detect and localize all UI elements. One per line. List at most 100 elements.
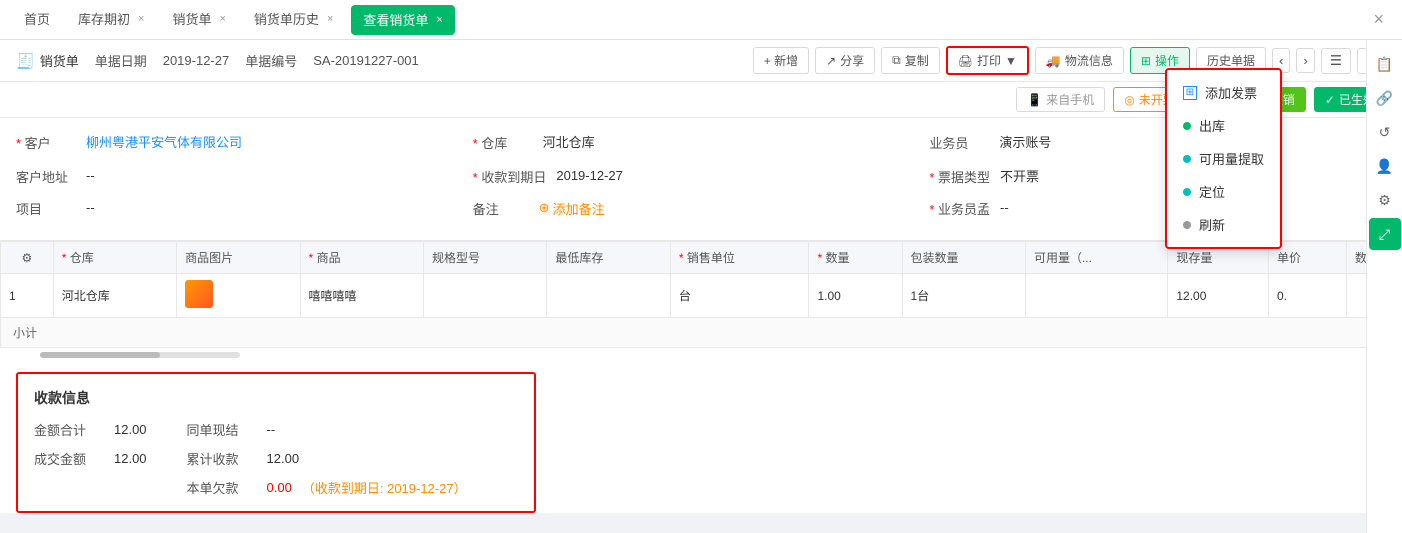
product-table-container: ⚙ 仓库 商品图片 商品 规格型号 最低库存 销售单位 数量 包装数量 可用量（… <box>0 240 1402 362</box>
invoice-label: 票据类型 <box>929 167 990 186</box>
tab-view-close[interactable]: × <box>436 14 442 26</box>
close-window-button[interactable]: × <box>1365 9 1392 30</box>
subtotal-row: 小计 <box>1 318 1402 348</box>
share-button[interactable]: ↗ 分享 <box>815 47 875 74</box>
refresh-dot-icon <box>1183 221 1191 229</box>
cumulative-label: 累计收款 <box>187 449 257 468</box>
cumulative-value: 12.00 <box>267 451 300 466</box>
plus-icon: ⊕ <box>539 200 550 216</box>
address-value: -- <box>82 166 99 186</box>
outbound-dot-icon <box>1183 122 1191 130</box>
no-label: 单据编号 <box>245 51 297 70</box>
remark-label: 备注 <box>473 199 533 218</box>
staff-field: 业务员 演示账号 <box>929 130 1386 154</box>
sidebar-icon-user[interactable]: 👤 <box>1369 150 1401 182</box>
payment-rows: 金额合计 12.00 成交金额 12.00 同单现结 -- 累计收款 12.00 <box>34 420 518 497</box>
dropdown-locate[interactable]: 定位 <box>1167 175 1280 208</box>
payment-title: 收款信息 <box>34 388 518 408</box>
payment-info-section: 收款信息 金额合计 12.00 成交金额 12.00 同单现结 -- 累计收款 <box>16 372 536 513</box>
sidebar-icon-expand[interactable]: ⤢ <box>1369 218 1401 250</box>
deal-amount-item: 成交金额 12.00 <box>34 449 147 468</box>
next-button[interactable]: › <box>1296 48 1314 73</box>
tab-sales-history[interactable]: 销货单历史 × <box>240 0 347 40</box>
row-unit-price: 0. <box>1269 274 1347 318</box>
effective-check-icon: ✓ <box>1325 93 1335 107</box>
toolbar-left: 🧾 销货单 单据日期 2019-12-27 单据编号 SA-20191227-0… <box>16 51 743 70</box>
project-value: -- <box>82 198 99 218</box>
from-phone-btn[interactable]: 📱 来自手机 <box>1016 87 1105 112</box>
same-order-value: -- <box>267 422 276 437</box>
warehouse-label: 仓库 <box>473 133 533 152</box>
staff-label: 业务员 <box>929 133 989 152</box>
tab-inventory-init[interactable]: 库存期初 × <box>64 0 158 40</box>
extract-dot-icon <box>1183 155 1191 163</box>
row-available <box>1025 274 1167 318</box>
owe-note: （收款到期日: 2019-12-27） <box>302 478 467 497</box>
add-invoice-label: 添加发票 <box>1205 83 1257 102</box>
new-button[interactable]: + 新增 <box>753 47 809 74</box>
sidebar-icon-rotate[interactable]: ↺ <box>1369 116 1401 148</box>
row-current-stock: 12.00 <box>1168 274 1269 318</box>
list-view-button[interactable]: ☰ <box>1321 48 1351 74</box>
payment-col-right: 同单现结 -- 累计收款 12.00 本单欠款 0.00 （收款到期日: 201… <box>187 420 467 497</box>
copy-icon: ⧉ <box>892 53 901 68</box>
print-icon: 🖨 <box>958 54 973 68</box>
row-min-stock <box>547 274 670 318</box>
tab-view-sales[interactable]: 查看销货单 × <box>351 5 454 35</box>
refresh-label: 刷新 <box>1199 215 1225 234</box>
row-qty: 1.00 <box>809 274 902 318</box>
customer-label: 客户 <box>16 133 76 152</box>
add-note-button[interactable]: ⊕ 添加备注 <box>539 199 605 218</box>
sidebar-icon-list[interactable]: 📋 <box>1369 48 1401 80</box>
operate-dropdown: ⊞ 添加发票 出库 可用量提取 定位 刷新 <box>1165 68 1282 249</box>
th-settings[interactable]: ⚙ <box>1 242 54 274</box>
print-button[interactable]: 🖨 打印 ▼ <box>946 46 1029 75</box>
tab-home[interactable]: 首页 <box>10 0 64 40</box>
sidebar-icon-settings[interactable]: ⚙ <box>1369 184 1401 216</box>
warehouse-field: 仓库 河北仓库 <box>473 130 930 154</box>
logistics-button[interactable]: 🚚 物流信息 <box>1035 47 1124 74</box>
sidebar-icon-link[interactable]: 🔗 <box>1369 82 1401 114</box>
product-image <box>185 280 213 308</box>
th-qty: 数量 <box>809 242 902 274</box>
invoice-value: 不开票 <box>996 164 1043 188</box>
extract-label: 可用量提取 <box>1199 149 1264 168</box>
locate-dot-icon <box>1183 188 1191 196</box>
owe-item: 本单欠款 0.00 （收款到期日: 2019-12-27） <box>187 478 467 497</box>
warehouse-value: 河北仓库 <box>539 130 599 154</box>
deal-label: 成交金额 <box>34 449 104 468</box>
owe-value: 0.00 <box>267 480 292 495</box>
same-order-item: 同单现结 -- <box>187 420 467 439</box>
th-pack-qty: 包装数量 <box>902 242 1025 274</box>
sales-icon: 🧾 <box>16 52 35 70</box>
dropdown-refresh[interactable]: 刷新 <box>1167 208 1280 241</box>
tab-inventory-close[interactable]: × <box>138 13 144 25</box>
locate-label: 定位 <box>1199 182 1225 201</box>
row-warehouse: 河北仓库 <box>53 274 176 318</box>
address-label: 客户地址 <box>16 167 76 186</box>
date-label: 单据日期 <box>95 51 147 70</box>
deal-value: 12.00 <box>114 451 147 466</box>
tab-sales-order[interactable]: 销货单 × <box>158 0 239 40</box>
subtotal-label: 小计 <box>1 318 1402 348</box>
th-unit: 销售单位 <box>670 242 809 274</box>
tab-view-label: 查看销货单 <box>363 10 428 29</box>
th-min-stock: 最低库存 <box>547 242 670 274</box>
product-table: ⚙ 仓库 商品图片 商品 规格型号 最低库存 销售单位 数量 包装数量 可用量（… <box>0 241 1402 348</box>
doc-info: 单据日期 2019-12-27 单据编号 SA-20191227-001 <box>95 51 419 70</box>
tab-inventory-label: 库存期初 <box>78 9 130 28</box>
toolbar-right: + 新增 ↗ 分享 ⧉ 复制 🖨 打印 ▼ 🚚 物流信息 ⊞ 操作 <box>753 46 1386 75</box>
copy-button[interactable]: ⧉ 复制 <box>881 47 940 74</box>
tab-history-close[interactable]: × <box>327 13 333 25</box>
row-product: 嘻嘻嘻嘻 <box>300 274 423 318</box>
payment-date-value: 2019-12-27 <box>552 166 627 186</box>
dropdown-available-extract[interactable]: 可用量提取 <box>1167 142 1280 175</box>
row-spec <box>423 274 546 318</box>
table-row: 1 河北仓库 嘻嘻嘻嘻 台 1.00 1台 12.00 0. <box>1 274 1402 318</box>
dropdown-add-invoice[interactable]: ⊞ 添加发票 <box>1167 76 1280 109</box>
customer-field: 客户 柳州粤港平安气体有限公司 <box>16 130 473 154</box>
customer-value[interactable]: 柳州粤港平安气体有限公司 <box>82 130 246 154</box>
owe-label: 本单欠款 <box>187 478 257 497</box>
dropdown-outbound[interactable]: 出库 <box>1167 109 1280 142</box>
tab-sales-close[interactable]: × <box>219 13 225 25</box>
